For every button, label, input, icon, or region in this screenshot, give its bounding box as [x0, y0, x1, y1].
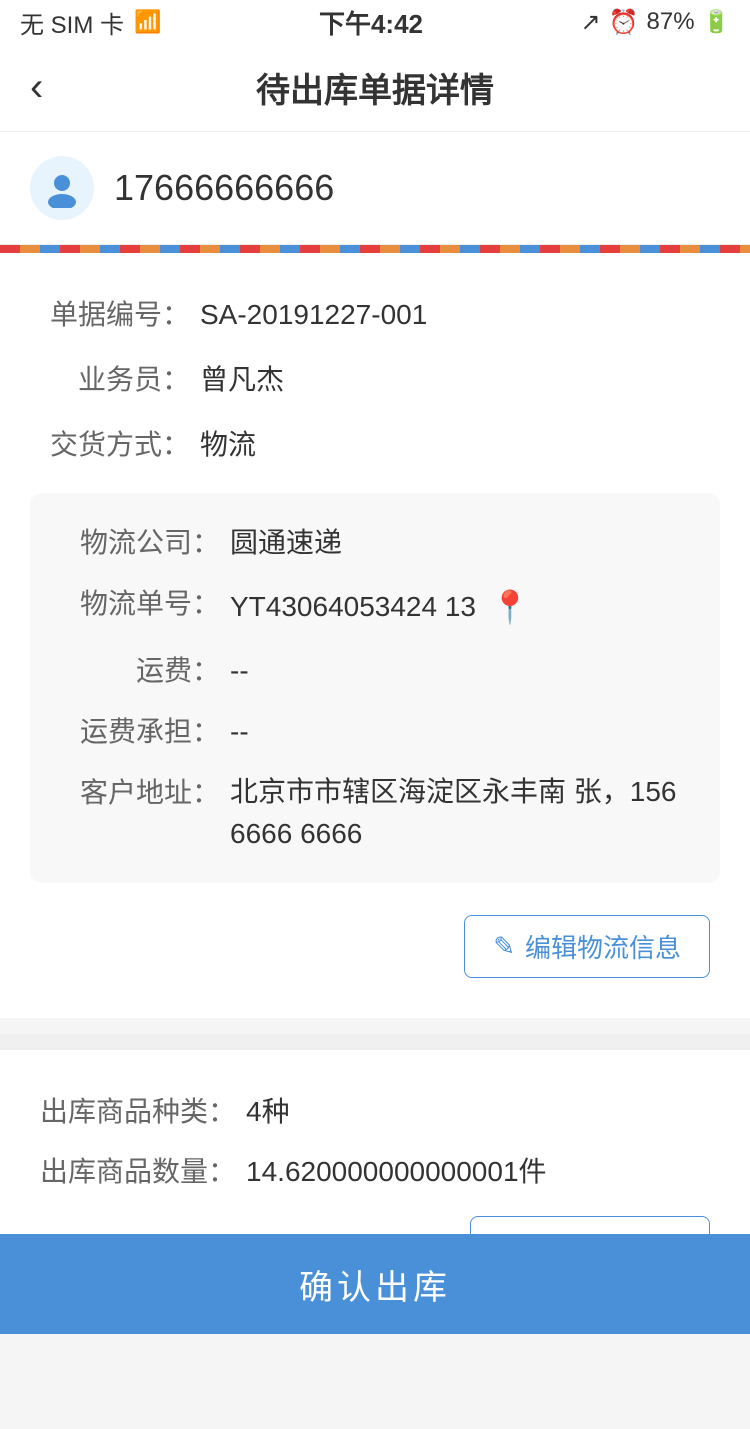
order-number-label: 单据编号： — [40, 293, 200, 338]
battery-text: 87% — [647, 8, 695, 36]
goods-type-row: 出库商品种类： 4种 — [0, 1080, 750, 1140]
freight-bearer-row: 运费承担： -- — [30, 702, 720, 763]
logistics-card: 物流公司： 圆通速递 物流单号： YT43064053424 13 📍 运费： … — [30, 493, 720, 883]
address-row: 客户地址： 北京市市辖区海淀区永丰南 张，156 6666 6666 — [30, 763, 720, 863]
status-time: 下午4:42 — [319, 4, 423, 41]
order-number-value: SA-20191227-001 — [200, 293, 710, 338]
logistics-company-label: 物流公司： — [70, 521, 230, 566]
status-bar: 无 SIM 卡 📶 下午4:42 ↗ ⏰ 87% 🔋 — [0, 0, 750, 44]
freight-bearer-label: 运费承担： — [70, 710, 230, 755]
tracking-number-text: YT43064053424 13 — [230, 585, 476, 630]
freight-label: 运费： — [70, 649, 230, 694]
goods-quantity-label: 出库商品数量： — [40, 1150, 246, 1190]
freight-value: -- — [230, 649, 680, 694]
edit-logistics-button[interactable]: ✎ 编辑物流信息 — [464, 915, 710, 978]
dashed-divider — [0, 245, 750, 253]
order-number-row: 单据编号： SA-20191227-001 — [0, 283, 750, 348]
avatar — [30, 156, 94, 220]
edit-icon: ✎ — [493, 931, 515, 962]
tracking-location-icon[interactable]: 📍 — [490, 582, 530, 633]
back-icon: ‹ — [30, 65, 43, 109]
alarm-icon: ⏰ — [609, 8, 639, 37]
delivery-method-label: 交货方式： — [40, 423, 200, 468]
back-button[interactable]: ‹ — [30, 65, 43, 110]
delivery-method-row: 交货方式： 物流 — [0, 413, 750, 478]
customer-header: 17666666666 — [0, 132, 750, 245]
order-info-section: 单据编号： SA-20191227-001 业务员： 曾凡杰 交货方式： 物流 … — [0, 253, 750, 1018]
goods-quantity-row: 出库商品数量： 14.620000000000001件 — [0, 1140, 750, 1200]
confirm-button[interactable]: 确认出库 — [299, 1260, 451, 1309]
tracking-number-value: YT43064053424 13 📍 — [230, 582, 680, 633]
goods-type-label: 出库商品种类： — [40, 1090, 246, 1130]
status-right: ↗ ⏰ 87% 🔋 — [581, 8, 730, 37]
edit-logistics-label: 编辑物流信息 — [525, 928, 681, 965]
wifi-icon: 📶 — [134, 9, 161, 35]
confirm-bar[interactable]: 确认出库 — [0, 1234, 750, 1334]
salesman-label: 业务员： — [40, 358, 200, 403]
tracking-number-label: 物流单号： — [70, 582, 230, 627]
freight-bearer-value: -- — [230, 710, 680, 755]
goods-quantity-value: 14.620000000000001件 — [246, 1150, 710, 1190]
battery-icon: 🔋 — [703, 9, 730, 35]
logistics-company-value: 圆通速递 — [230, 521, 680, 566]
carrier-text: 无 SIM 卡 — [20, 5, 124, 40]
avatar-icon — [42, 168, 82, 208]
section-divider — [0, 1034, 750, 1050]
status-left: 无 SIM 卡 📶 — [20, 5, 161, 40]
edit-logistics-section: ✎ 编辑物流信息 — [0, 899, 750, 988]
tracking-number-row: 物流单号： YT43064053424 13 📍 — [30, 574, 720, 641]
goods-type-value: 4种 — [246, 1090, 710, 1130]
customer-phone: 17666666666 — [114, 167, 334, 209]
delivery-method-value: 物流 — [200, 423, 710, 468]
salesman-row: 业务员： 曾凡杰 — [0, 348, 750, 413]
page-title: 待出库单据详情 — [256, 63, 494, 112]
address-value: 北京市市辖区海淀区永丰南 张，156 6666 6666 — [230, 771, 680, 855]
salesman-value: 曾凡杰 — [200, 358, 710, 403]
freight-row: 运费： -- — [30, 641, 720, 702]
location-status-icon: ↗ — [581, 8, 601, 37]
nav-bar: ‹ 待出库单据详情 — [0, 44, 750, 132]
logistics-company-row: 物流公司： 圆通速递 — [30, 513, 720, 574]
address-label: 客户地址： — [70, 771, 230, 816]
